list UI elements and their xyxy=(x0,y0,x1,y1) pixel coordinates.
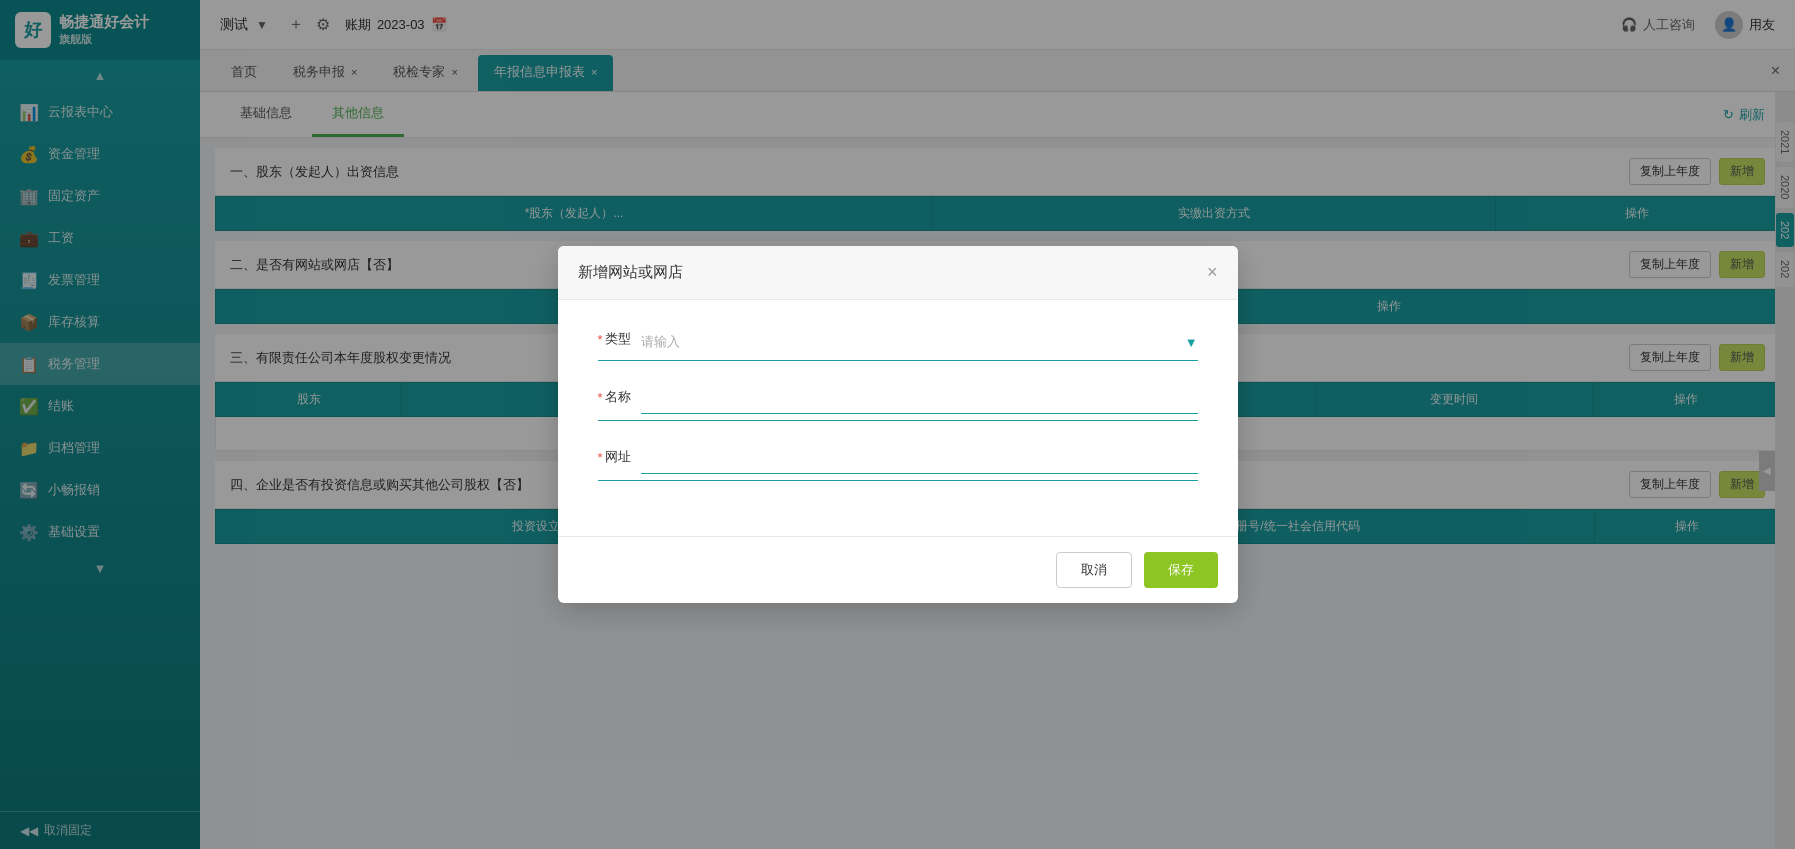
dialog-overlay: 新增网站或网店 × * 类型 请输入 ▼ xyxy=(0,0,1795,849)
add-website-dialog: 新增网站或网店 × * 类型 请输入 ▼ xyxy=(558,246,1238,603)
type-required-marker: * xyxy=(598,332,603,347)
type-label: * 类型 xyxy=(598,330,631,348)
save-button[interactable]: 保存 xyxy=(1144,552,1218,588)
url-field-container: * 网址 xyxy=(598,446,1198,481)
dialog-header: 新增网站或网店 × xyxy=(558,246,1238,300)
form-field-name: * 名称 xyxy=(598,386,1198,421)
form-field-type: * 类型 请输入 ▼ xyxy=(598,330,1198,361)
dialog-close-button[interactable]: × xyxy=(1207,262,1218,283)
name-field-container: * 名称 xyxy=(598,386,1198,421)
type-input-area: 请输入 xyxy=(641,333,1185,351)
type-placeholder: 请输入 xyxy=(641,334,680,349)
name-input[interactable] xyxy=(641,386,1198,414)
url-input[interactable] xyxy=(641,446,1198,474)
dialog-body: * 类型 请输入 ▼ * 名称 xyxy=(558,300,1238,536)
type-label-text: 类型 xyxy=(605,330,631,348)
cancel-button[interactable]: 取消 xyxy=(1056,552,1132,588)
name-required-marker: * xyxy=(598,390,603,405)
dialog-footer: 取消 保存 xyxy=(558,536,1238,603)
name-label: * 名称 xyxy=(598,388,631,406)
name-label-text: 名称 xyxy=(605,388,631,406)
url-label-text: 网址 xyxy=(605,448,631,466)
form-field-url: * 网址 xyxy=(598,446,1198,481)
type-dropdown-icon[interactable]: ▼ xyxy=(1185,335,1198,350)
url-required-marker: * xyxy=(598,450,603,465)
url-label: * 网址 xyxy=(598,448,631,466)
dialog-title: 新增网站或网店 xyxy=(578,263,683,282)
type-field-container: * 类型 请输入 ▼ xyxy=(598,330,1198,361)
